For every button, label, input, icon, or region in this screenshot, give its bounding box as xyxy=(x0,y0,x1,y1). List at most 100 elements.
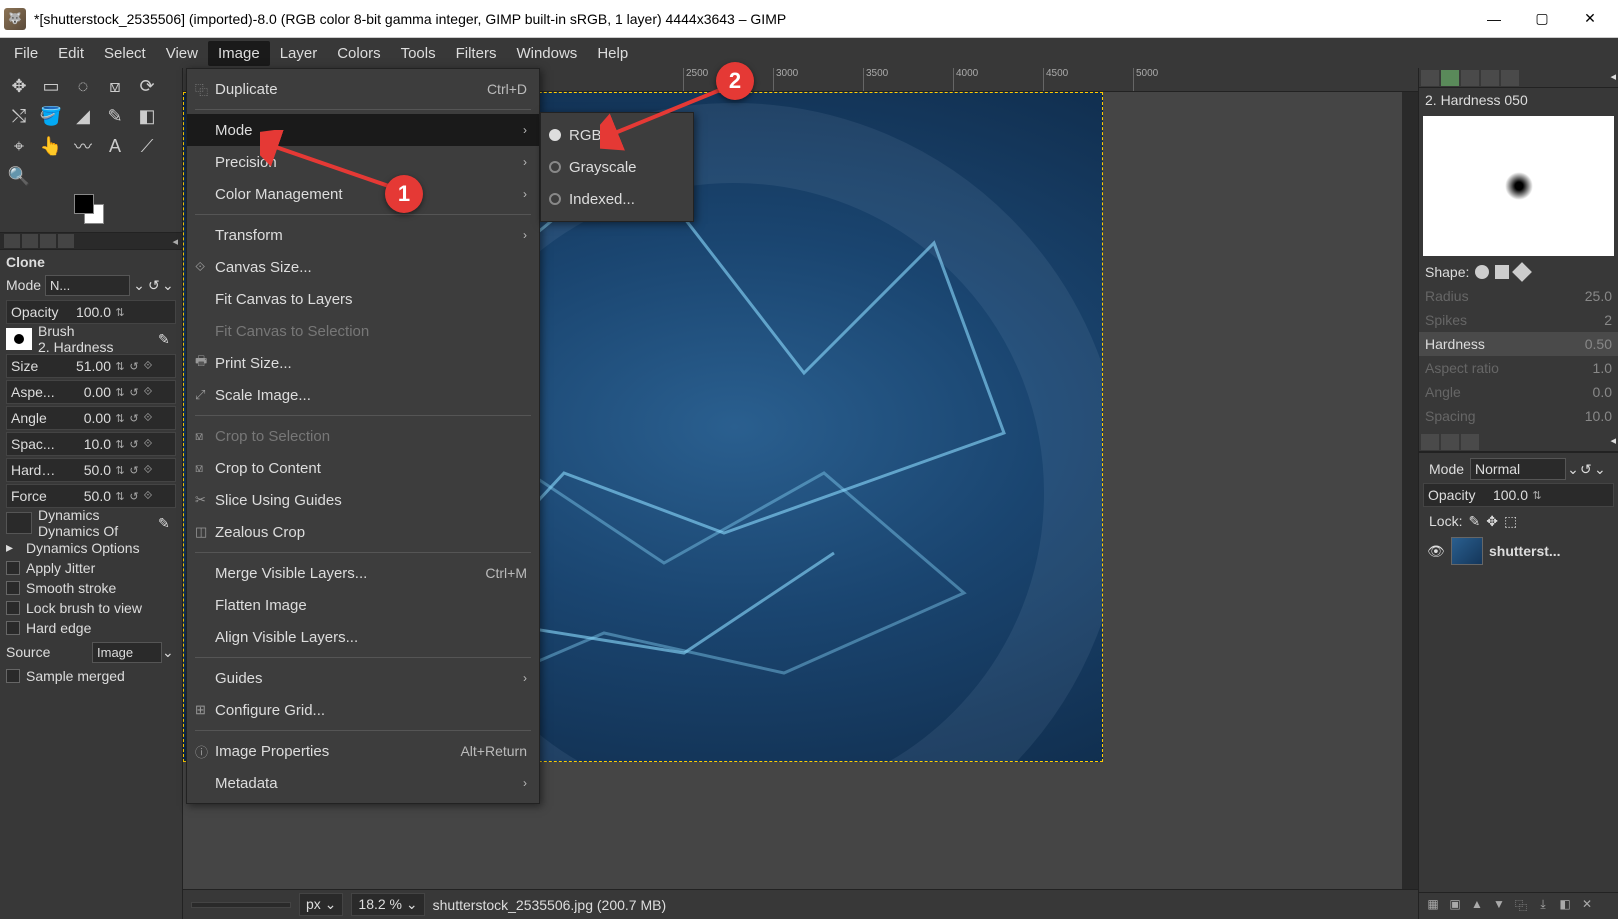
layer-down-btn[interactable]: ▼ xyxy=(1489,897,1509,915)
layer-mode-select[interactable]: Normal xyxy=(1470,458,1566,480)
menu-view[interactable]: View xyxy=(156,41,208,66)
layer-merge-btn[interactable]: ⤓ xyxy=(1533,897,1553,915)
unit-select[interactable]: px ⌄ xyxy=(299,893,343,916)
mi-config-grid[interactable]: ⊞Configure Grid... xyxy=(187,694,539,726)
mi-scale[interactable]: ⤢Scale Image... xyxy=(187,379,539,411)
mi-guides[interactable]: Guides› xyxy=(187,662,539,694)
hardness-slider[interactable]: Hardn...50.0⇅↺⟐ xyxy=(6,458,176,482)
layer-mode-more[interactable]: ⌄ xyxy=(1594,461,1608,478)
opacity-stepper[interactable]: ⇅ xyxy=(113,306,127,319)
spikes-row[interactable]: Spikes2 xyxy=(1419,308,1618,332)
tab-tool-options[interactable] xyxy=(4,234,20,248)
tool-smudge[interactable]: 👆 xyxy=(36,132,66,160)
opacity-slider[interactable]: Opacity 100.0 ⇅ xyxy=(6,300,176,324)
layer-visibility-icon[interactable]: 👁 xyxy=(1427,543,1445,560)
lock-checkbox[interactable]: Lock brush to view xyxy=(6,600,176,616)
layer-group-btn[interactable]: ▣ xyxy=(1445,897,1465,915)
right-panel-expand[interactable]: ◂ xyxy=(1610,70,1616,85)
mi-metadata[interactable]: Metadata› xyxy=(187,767,539,799)
tab-undo[interactable] xyxy=(58,234,74,248)
menu-colors[interactable]: Colors xyxy=(327,41,390,66)
mode-dropdown-arrow[interactable]: ⌄ xyxy=(130,277,148,294)
shape-square[interactable] xyxy=(1495,265,1509,279)
smooth-checkbox[interactable]: Smooth stroke xyxy=(6,580,176,596)
tool-gradient[interactable]: ◢ xyxy=(68,102,98,130)
tab-patterns[interactable] xyxy=(1441,70,1459,86)
mi-canvas-size[interactable]: ⟐Canvas Size... xyxy=(187,251,539,283)
rp-spacing-row[interactable]: Spacing10.0 xyxy=(1419,404,1618,428)
aspect-slider[interactable]: Aspe...0.00⇅↺⟐ xyxy=(6,380,176,404)
rp-hardness-row[interactable]: Hardness0.50 xyxy=(1419,332,1618,356)
tool-crop[interactable]: ⟏ xyxy=(100,72,130,100)
dynamics-icon[interactable] xyxy=(6,512,32,534)
mi-duplicate[interactable]: ⿻DuplicateCtrl+D xyxy=(187,73,539,105)
size-reset[interactable]: ↺ xyxy=(127,360,141,373)
tool-eraser[interactable]: ◧ xyxy=(132,102,162,130)
brush-preview-small[interactable] xyxy=(6,328,32,350)
tab-paths[interactable] xyxy=(1461,434,1479,450)
mi-flatten[interactable]: Flatten Image xyxy=(187,589,539,621)
maximize-button[interactable]: ▢ xyxy=(1518,0,1566,38)
layer-opacity-slider[interactable]: Opacity100.0⇅ xyxy=(1423,483,1614,507)
hardedge-checkbox[interactable]: Hard edge xyxy=(6,620,176,636)
mi-align[interactable]: Align Visible Layers... xyxy=(187,621,539,653)
color-swatch[interactable] xyxy=(74,194,104,224)
tab-history[interactable] xyxy=(1481,70,1499,86)
minimize-button[interactable]: — xyxy=(1470,0,1518,38)
menu-filters[interactable]: Filters xyxy=(446,41,507,66)
ar-row[interactable]: Aspect ratio1.0 xyxy=(1419,356,1618,380)
layer-mode-arrow[interactable]: ⌄ xyxy=(1566,461,1580,478)
tool-bucket[interactable]: 🪣 xyxy=(36,102,66,130)
dynamics-edit-icon[interactable]: ✎ xyxy=(158,515,176,532)
menu-select[interactable]: Select xyxy=(94,41,156,66)
menu-tools[interactable]: Tools xyxy=(391,41,446,66)
mi-props[interactable]: ⓘImage PropertiesAlt+Return xyxy=(187,735,539,767)
mid-panel-expand[interactable]: ◂ xyxy=(1610,434,1616,449)
menu-file[interactable]: File xyxy=(4,41,48,66)
shape-circle[interactable] xyxy=(1475,265,1489,279)
size-link[interactable]: ⟐ xyxy=(141,360,155,373)
tab-brushes[interactable] xyxy=(1421,70,1439,86)
panel-expand-left[interactable]: ◂ xyxy=(172,235,178,248)
mi-fit-layers[interactable]: Fit Canvas to Layers xyxy=(187,283,539,315)
tool-zoom[interactable]: 🔍 xyxy=(4,162,34,190)
tool-rect-select[interactable]: ▭ xyxy=(36,72,66,100)
tab-images[interactable] xyxy=(40,234,56,248)
foreground-color[interactable] xyxy=(74,194,94,214)
menu-layer[interactable]: Layer xyxy=(270,41,328,66)
tool-pencil[interactable]: ✎ xyxy=(100,102,130,130)
tab-device[interactable] xyxy=(22,234,38,248)
lock-alpha-icon[interactable]: ⬚ xyxy=(1504,513,1517,530)
size-slider[interactable]: Size51.00⇅↺⟐ xyxy=(6,354,176,378)
spacing-slider[interactable]: Spac...10.0⇅↺⟐ xyxy=(6,432,176,456)
menu-edit[interactable]: Edit xyxy=(48,41,94,66)
mi-slice[interactable]: ✂Slice Using Guides xyxy=(187,484,539,516)
layer-mode-reset[interactable]: ↺ xyxy=(1580,461,1594,478)
tab-paint[interactable] xyxy=(1501,70,1519,86)
mi-merge[interactable]: Merge Visible Layers...Ctrl+M xyxy=(187,557,539,589)
tool-path[interactable]: 〰 xyxy=(68,132,98,160)
mi-transform[interactable]: Transform› xyxy=(187,219,539,251)
sample-merged-checkbox[interactable]: Sample merged xyxy=(6,668,176,684)
lock-position-icon[interactable]: ✥ xyxy=(1486,513,1498,530)
lock-pixels-icon[interactable]: ✎ xyxy=(1468,513,1480,530)
mode-more-arrow[interactable]: ⌄ xyxy=(162,277,176,294)
tool-warp[interactable]: ⤭ xyxy=(4,102,34,130)
layer-thumbnail[interactable] xyxy=(1451,537,1483,565)
radius-row[interactable]: Radius25.0 xyxy=(1419,284,1618,308)
mi-crop-content[interactable]: ⟏Crop to Content xyxy=(187,452,539,484)
scrollbar-vertical[interactable] xyxy=(1402,92,1418,919)
mode-reset[interactable]: ↺ xyxy=(148,277,162,294)
layer-delete-btn[interactable]: ✕ xyxy=(1577,897,1597,915)
rp-angle-row[interactable]: Angle0.0 xyxy=(1419,380,1618,404)
tool-move[interactable]: ✥ xyxy=(4,72,34,100)
mi-indexed[interactable]: Indexed... xyxy=(541,183,693,215)
layer-row[interactable]: 👁 shutterst... xyxy=(1423,533,1614,569)
menu-image[interactable]: Image xyxy=(208,41,270,66)
tool-rotate[interactable]: ⟳ xyxy=(132,72,162,100)
layer-name[interactable]: shutterst... xyxy=(1489,543,1561,559)
tab-layers[interactable] xyxy=(1421,434,1439,450)
mi-zealous[interactable]: ◫Zealous Crop xyxy=(187,516,539,548)
shape-diamond[interactable] xyxy=(1512,262,1532,282)
tool-text[interactable]: A xyxy=(100,132,130,160)
